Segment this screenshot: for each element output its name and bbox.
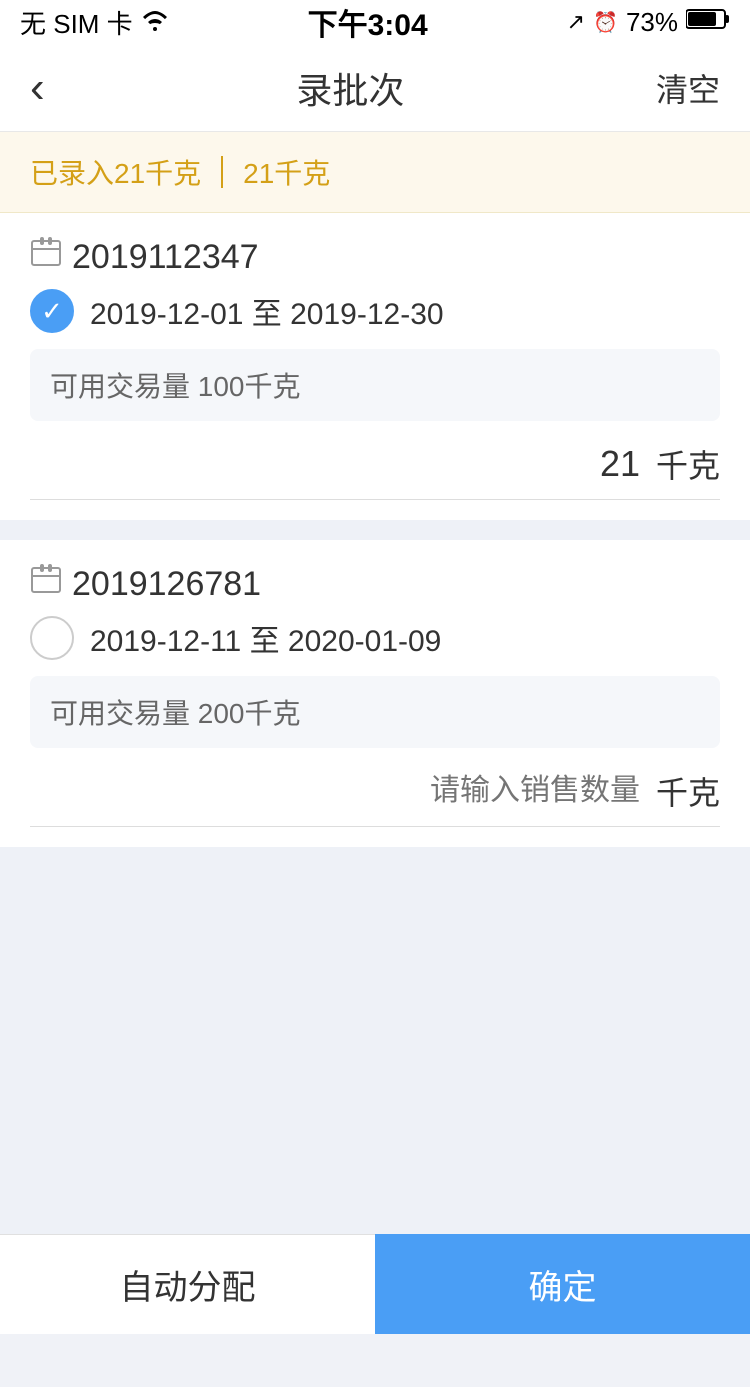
- batch-card-1: 2019112347 2019-12-01 至 2019-12-30 可用交易量…: [0, 213, 750, 520]
- nav-bar: ‹ 录批次 清空: [0, 44, 750, 132]
- confirm-button[interactable]: 确定: [375, 1234, 750, 1334]
- batch-2-date: 2019-12-11 至 2020-01-09: [90, 616, 441, 660]
- battery-percent: 73%: [626, 7, 678, 38]
- summary-total: 21千克: [243, 152, 330, 192]
- batch-1-date-row[interactable]: 2019-12-01 至 2019-12-30: [30, 289, 720, 333]
- battery-icon: [686, 8, 730, 37]
- summary-bar: 已录入21千克 21千克: [0, 132, 750, 213]
- back-button[interactable]: ‹: [30, 63, 45, 113]
- batch-1-amount-container: 21 千克: [0, 421, 750, 500]
- status-left: 无 SIM 卡: [20, 4, 169, 41]
- batch-item-2: 2019126781 2019-12-11 至 2020-01-09 可用交易量…: [0, 540, 750, 748]
- page-title: 录批次: [296, 62, 404, 114]
- summary-divider: [221, 156, 223, 188]
- batch-2-id: 2019126781: [72, 565, 261, 604]
- batch-2-input-container: 千克: [0, 748, 750, 827]
- batch-2-availability: 可用交易量 200千克: [30, 676, 720, 748]
- batch-1-unit: 千克: [656, 441, 720, 487]
- batch-2-radio[interactable]: [30, 616, 74, 660]
- batch-2-header: 2019126781: [30, 564, 720, 604]
- batch-2-avail-text: 可用交易量 200千克: [50, 698, 301, 729]
- batch-card-2: 2019126781 2019-12-11 至 2020-01-09 可用交易量…: [0, 540, 750, 847]
- section-divider: [0, 520, 750, 540]
- batch-1-header: 2019112347: [30, 237, 720, 277]
- batch-1-avail-text: 可用交易量 100千克: [50, 371, 301, 402]
- batch-1-amount-value: 21: [600, 443, 640, 485]
- batch-2-unit: 千克: [656, 768, 720, 814]
- batch-2-input-row[interactable]: 千克: [30, 768, 720, 827]
- bottom-bar: 自动分配 确定: [0, 1234, 750, 1334]
- status-time: 下午3:04: [308, 0, 428, 44]
- status-right: ↗ ⏰ 73%: [567, 7, 730, 38]
- empty-content-area: [0, 847, 750, 1287]
- status-bar: 无 SIM 卡 下午3:04 ↗ ⏰ 73%: [0, 0, 750, 44]
- wifi-icon: [141, 7, 169, 38]
- batch-1-amount-row: 21 千克: [30, 441, 720, 500]
- batch-1-date: 2019-12-01 至 2019-12-30: [90, 289, 444, 333]
- summary-entered: 已录入21千克: [30, 152, 201, 192]
- batch-1-icon: [30, 237, 62, 277]
- batch-2-date-row[interactable]: 2019-12-11 至 2020-01-09: [30, 616, 720, 660]
- batch-item-1: 2019112347 2019-12-01 至 2019-12-30 可用交易量…: [0, 213, 750, 421]
- clear-button[interactable]: 清空: [656, 65, 720, 111]
- location-icon: ↗: [567, 9, 585, 35]
- batch-1-radio[interactable]: [30, 289, 74, 333]
- batch-1-spacing: [0, 500, 750, 520]
- no-sim-text: 无 SIM 卡: [20, 4, 133, 41]
- batch-1-id: 2019112347: [72, 238, 259, 277]
- auto-distribute-button[interactable]: 自动分配: [0, 1234, 375, 1334]
- alarm-icon: ⏰: [593, 10, 618, 35]
- batch-2-qty-input[interactable]: [320, 774, 640, 808]
- batch-2-icon: [30, 564, 62, 604]
- batch-2-spacing: [0, 827, 750, 847]
- batch-1-availability: 可用交易量 100千克: [30, 349, 720, 421]
